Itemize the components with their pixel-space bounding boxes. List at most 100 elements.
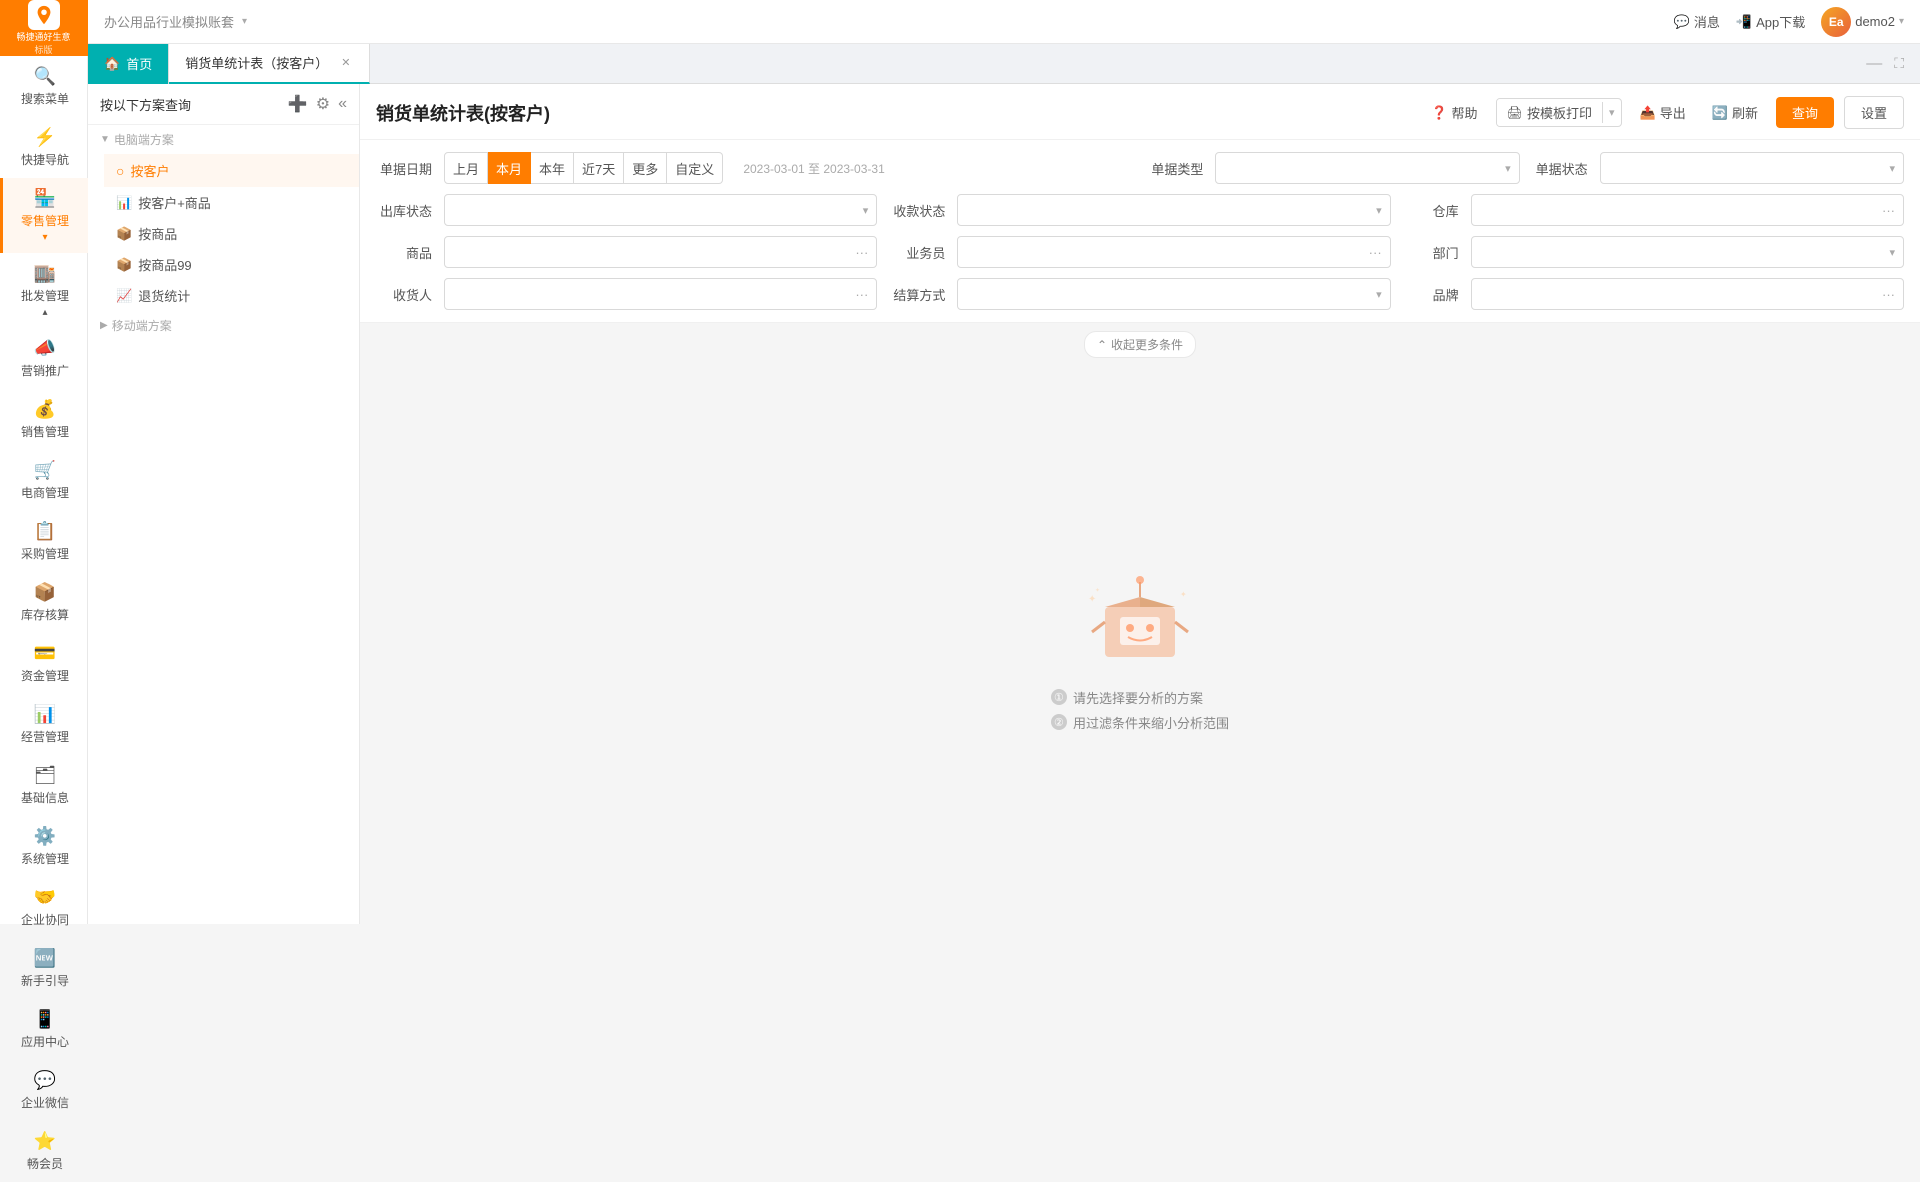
settings-button[interactable]: 设置 [1844, 96, 1904, 129]
sidebar-item-enterprise[interactable]: 🤝 企业协同 [0, 877, 88, 938]
sidebar-item-purchase[interactable]: 📋 采购管理 [0, 511, 88, 572]
svg-text:✦: ✦ [1088, 594, 1096, 605]
sidebar-item-marketing[interactable]: 📣 营销推广 [0, 328, 88, 389]
tree-sub-by-goods[interactable]: 📦 按商品 [104, 218, 359, 249]
out-status-arrow: ▾ [863, 204, 869, 217]
newbie-icon: 🆕 [34, 948, 56, 969]
sidebar-item-appcenter[interactable]: 📱 应用中心 [0, 999, 88, 1060]
sidebar-item-system[interactable]: ⚙️ 系统管理 [0, 816, 88, 877]
tree-item-by-customer-label: 按客户 [130, 161, 169, 180]
tab-sales-stat-label: 销货单统计表（按客户） [185, 53, 328, 72]
tree-item-by-customer[interactable]: ○ 按客户 [104, 154, 359, 187]
sidebar-item-vip[interactable]: ⭐ 畅会员 [0, 1121, 88, 1182]
svg-text:✦: ✦ [1180, 590, 1187, 599]
sidebar-item-quicknav[interactable]: ⚡ 快捷导航 [0, 117, 88, 178]
sidebar-item-newbie[interactable]: 🆕 新手引导 [0, 938, 88, 999]
tree-sub-by-goods-99[interactable]: 📦 按商品99 [104, 249, 359, 280]
settle-field[interactable]: ▾ [957, 278, 1390, 310]
warehouse-label: 仓库 [1403, 201, 1459, 220]
brand-field[interactable]: ··· [1471, 278, 1904, 310]
goods-field[interactable]: ··· [444, 236, 877, 268]
export-btn[interactable]: 📤 导出 [1632, 99, 1694, 126]
print-dropdown-arrow[interactable]: ▾ [1602, 102, 1621, 123]
tree-sub-by-goods-label: 按商品 [138, 224, 177, 243]
tree-group-mobile[interactable]: ▶ 移动端方案 [88, 311, 359, 340]
quicknav-icon: ⚡ [34, 127, 56, 148]
app-logo: 畅捷通好生意 标版 [0, 0, 88, 56]
system-icon: ⚙️ [34, 826, 56, 847]
filter-row-2: 出库状态 ▾ 收款状态 ▾ 仓库 ··· [376, 194, 1904, 226]
date-tab-last-month[interactable]: 上月 [444, 152, 488, 184]
warehouse-more[interactable]: ··· [1882, 203, 1895, 218]
sidebar-item-finance[interactable]: 💳 资金管理 [0, 633, 88, 694]
tree-group-pc-tri: ▼ [100, 134, 110, 145]
tab-home[interactable]: 🏠 首页 [88, 44, 169, 84]
sidebar-item-inventory[interactable]: 📦 库存核算 [0, 572, 88, 633]
message-btn[interactable]: 💬 消息 [1674, 12, 1720, 31]
sidebar-item-search[interactable]: 🔍 搜索菜单 [0, 56, 88, 117]
sidebar-item-wechat-label: 企业微信 [21, 1094, 69, 1111]
staff-field[interactable]: ··· [957, 236, 1390, 268]
receipt-status-field[interactable]: ▾ [957, 194, 1390, 226]
dept-field[interactable]: ▾ [1471, 236, 1904, 268]
help-btn[interactable]: ❓ 帮助 [1423, 99, 1485, 126]
tree-group-pc[interactable]: ▼ 电脑端方案 [88, 125, 359, 154]
warehouse-field[interactable]: ··· [1471, 194, 1904, 226]
sidebar-item-ecom[interactable]: 🛒 电商管理 [0, 450, 88, 511]
filter-row-1: 单据日期 上月 本月 本年 近7天 [376, 152, 1904, 184]
settings-scheme-btn[interactable]: ⚙ [316, 94, 330, 114]
logo-text: 畅捷通好生意 [16, 32, 70, 43]
sidebar-item-vip-label: 畅会员 [27, 1155, 63, 1172]
user-menu[interactable]: Ea demo2 ▾ [1821, 7, 1904, 37]
svg-text:✦: ✦ [1095, 587, 1100, 594]
date-label: 单据日期 [376, 159, 432, 178]
doc-type-field[interactable]: ▾ [1215, 152, 1519, 184]
receiver-field[interactable]: ··· [444, 278, 877, 310]
date-tab-this-month[interactable]: 本月 [488, 152, 531, 184]
header-right: 💬 消息 📲 App下载 Ea demo2 ▾ [1674, 7, 1904, 37]
query-button[interactable]: 查询 [1776, 97, 1834, 128]
sidebar-item-newbie-label: 新手引导 [21, 972, 69, 989]
goods-more[interactable]: ··· [855, 245, 868, 260]
logo-subtext: 标版 [34, 43, 52, 56]
refresh-btn[interactable]: 🔄 刷新 [1704, 99, 1766, 126]
tab-close-btn[interactable]: ✕ [338, 55, 353, 70]
collapse-panel-btn[interactable]: « [338, 95, 347, 113]
industry-chevron[interactable]: ▾ [242, 16, 247, 27]
tab-minimize-btn[interactable]: — [1862, 51, 1886, 77]
sidebar-item-base[interactable]: 🗂 基础信息 [0, 755, 88, 816]
date-tab-this-year[interactable]: 本年 [531, 152, 574, 184]
print-btn[interactable]: 🖨 按模板打印 [1497, 99, 1603, 126]
date-tab-custom[interactable]: 自定义 [667, 152, 723, 184]
inventory-icon: 📦 [34, 582, 56, 603]
sidebar-item-retail[interactable]: 🏪 零售管理 ▾ [0, 178, 88, 253]
date-tab-more[interactable]: 更多 [624, 152, 667, 184]
sidebar-item-sales[interactable]: 💰 销售管理 [0, 389, 88, 450]
tree-sub-by-customer-goods[interactable]: 📊 按客户+商品 [104, 187, 359, 218]
add-scheme-btn[interactable]: ➕ [288, 94, 308, 114]
date-tab-7days[interactable]: 近7天 [574, 152, 624, 184]
left-panel: 按以下方案查询 ➕ ⚙ « ▼ 电脑端方案 ○ 按客户 📊 按客 [88, 84, 360, 924]
home-icon: 🏠 [104, 56, 120, 72]
sidebar-item-wechat[interactable]: 💬 企业微信 [0, 1060, 88, 1121]
doc-status-field[interactable]: ▾ [1600, 152, 1904, 184]
purchase-icon: 📋 [34, 521, 56, 542]
brand-more[interactable]: ··· [1882, 287, 1895, 302]
empty-hint-2: 用过滤条件来缩小分析范围 [1073, 713, 1229, 732]
sidebar-item-wholesale[interactable]: 🏬 批发管理 ▴ [0, 253, 88, 328]
staff-more[interactable]: ··· [1369, 245, 1382, 260]
sidebar-item-ops[interactable]: 📊 经营管理 [0, 694, 88, 755]
collapse-btn[interactable]: ⌃ 收起更多条件 [1084, 331, 1196, 358]
tab-maximize-btn[interactable]: ⛶ [1890, 51, 1908, 76]
receiver-more[interactable]: ··· [855, 287, 868, 302]
out-status-field[interactable]: ▾ [444, 194, 877, 226]
empty-area: ✦ ✦ ✦ ① 请先选择要分析的方案 ② 用过滤条件来缩小分析范围 [360, 366, 1920, 924]
tree-sub-return-stat[interactable]: 📈 退货统计 [104, 280, 359, 311]
tab-sales-stat[interactable]: 销货单统计表（按客户） ✕ [169, 44, 370, 84]
brand-label: 品牌 [1403, 285, 1459, 304]
user-chevron: ▾ [1899, 16, 1904, 27]
sidebar-item-purchase-label: 采购管理 [21, 545, 69, 562]
tab-home-label: 首页 [126, 54, 152, 73]
help-label: 帮助 [1451, 103, 1477, 122]
app-download-btn[interactable]: 📲 App下载 [1736, 12, 1805, 31]
